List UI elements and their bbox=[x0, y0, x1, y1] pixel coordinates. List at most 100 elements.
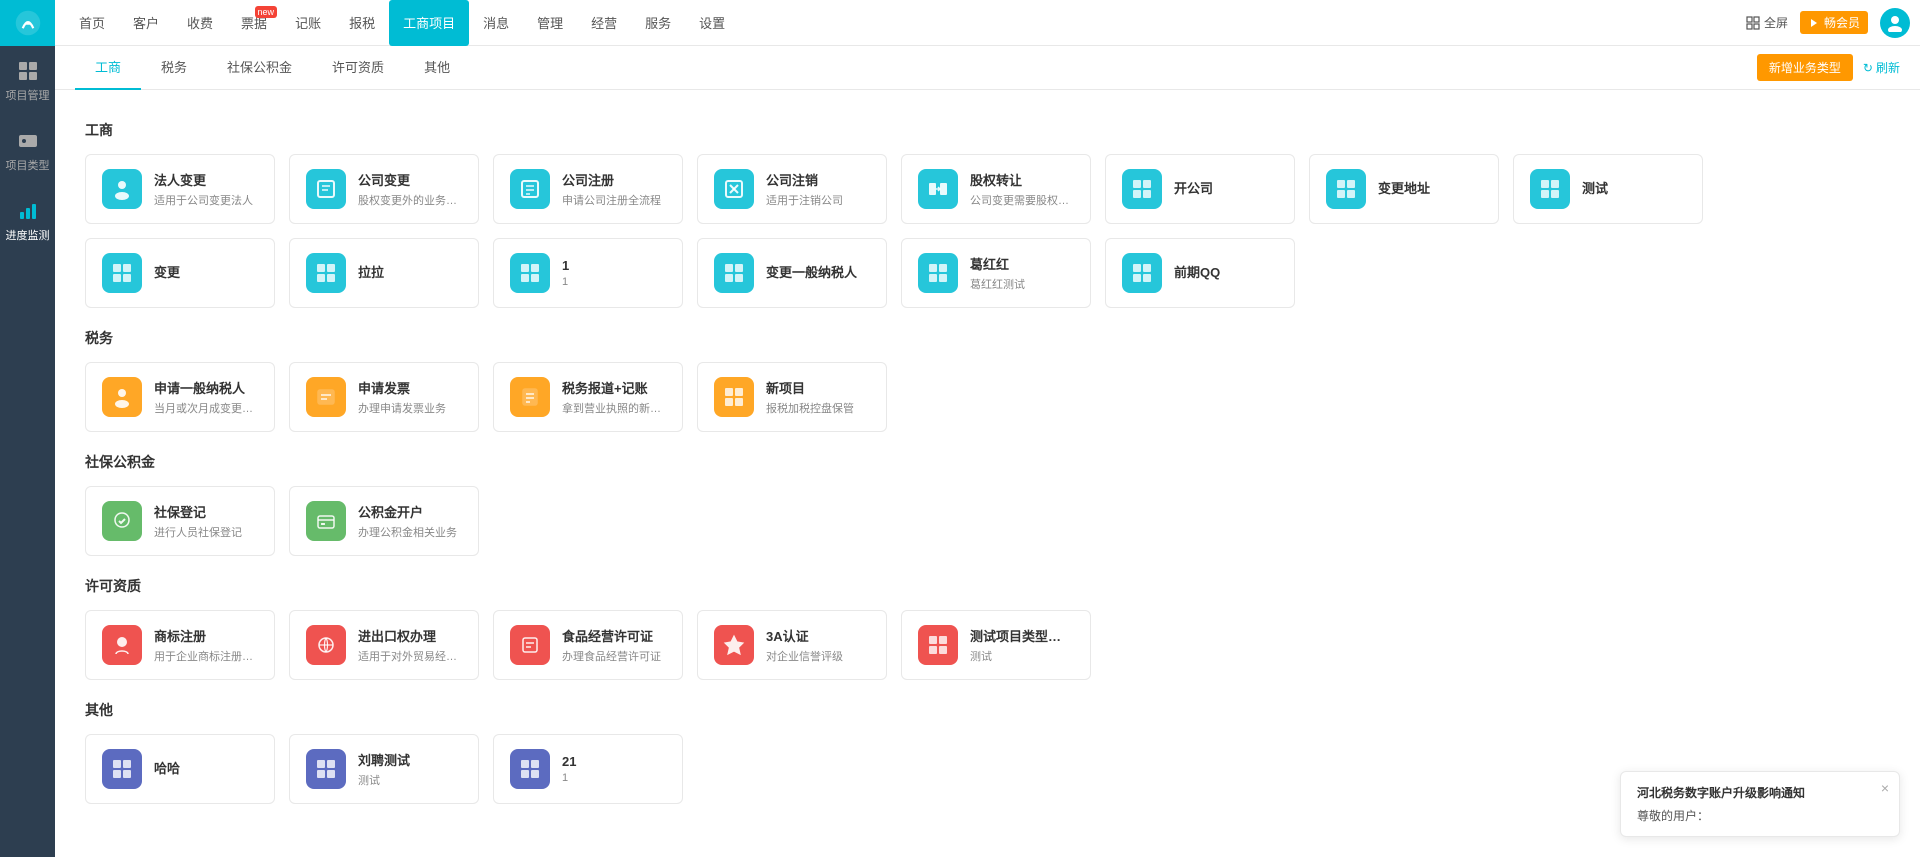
card-social-register[interactable]: 社保登记 进行人员社保登记 bbox=[85, 486, 275, 556]
card-equity-transfer[interactable]: 股权转让 公司变更需要股权转让 bbox=[901, 154, 1091, 224]
nav-operation[interactable]: 经营 bbox=[577, 0, 631, 46]
card-info-haha: 哈哈 bbox=[154, 758, 258, 780]
nav-collection[interactable]: 收费 bbox=[173, 0, 227, 46]
card-liupeng-test[interactable]: 刘聘测试 测试 bbox=[289, 734, 479, 804]
card-icon-test1 bbox=[1530, 169, 1570, 209]
sidebar-label-progress-monitor: 进度监测 bbox=[6, 227, 50, 243]
card-desc-equity-transfer: 公司变更需要股权转让 bbox=[970, 192, 1074, 208]
card-company-cancel[interactable]: 公司注销 适用于注销公司 bbox=[697, 154, 887, 224]
section-tax: 税务 申请一般纳税人 当月或次月成变更完成 bbox=[85, 328, 1890, 432]
card-legal-change[interactable]: 法人变更 适用于公司变更法人 bbox=[85, 154, 275, 224]
tab-biz[interactable]: 工商 bbox=[75, 46, 141, 90]
nav-settings[interactable]: 设置 bbox=[685, 0, 739, 46]
card-name-apply-taxpayer: 申请一般纳税人 bbox=[154, 378, 258, 397]
card-desc-test-type: 测试 bbox=[970, 648, 1074, 664]
refresh-icon: ↻ bbox=[1863, 61, 1873, 75]
card-name-equity-transfer: 股权转让 bbox=[970, 170, 1074, 189]
card-info-trademark-register: 商标注册 用于企业商标注册服务 bbox=[154, 626, 258, 664]
card-info-gehonghong: 葛红红 葛红红测试 bbox=[970, 254, 1074, 292]
avatar[interactable] bbox=[1880, 8, 1910, 38]
card-desc-one: 1 bbox=[562, 276, 666, 288]
card-one[interactable]: 1 1 bbox=[493, 238, 683, 308]
card-trademark-register[interactable]: 商标注册 用于企业商标注册服务 bbox=[85, 610, 275, 680]
card-open-company[interactable]: 开公司 bbox=[1105, 154, 1295, 224]
card-info-company-change: 公司变更 股权变更外的业务变更 bbox=[358, 170, 462, 208]
tab-permit[interactable]: 许可资质 bbox=[312, 46, 404, 90]
card-desc-tax-report-accounting: 拿到营业执照的新公司 bbox=[562, 400, 666, 416]
card-company-register[interactable]: 公司注册 申请公司注册全流程 bbox=[493, 154, 683, 224]
card-icon-apply-taxpayer bbox=[102, 377, 142, 417]
notification-title: 河北税务数字账户升级影响通知 bbox=[1637, 784, 1883, 801]
card-desc-company-change: 股权变更外的业务变更 bbox=[358, 192, 462, 208]
card-icon-gehonghong bbox=[918, 253, 958, 293]
nav-accounting[interactable]: 记账 bbox=[281, 0, 335, 46]
card-icon-haha bbox=[102, 749, 142, 789]
card-info-legal-change: 法人变更 适用于公司变更法人 bbox=[154, 170, 258, 208]
card-change-address[interactable]: 变更地址 bbox=[1309, 154, 1499, 224]
card-desc-company-register: 申请公司注册全流程 bbox=[562, 192, 666, 208]
card-info-cert-3a: 3A认证 对企业信誉评级 bbox=[766, 626, 870, 664]
card-new-project[interactable]: 新项目 报税加税控盘保管 bbox=[697, 362, 887, 432]
card-haha[interactable]: 哈哈 bbox=[85, 734, 275, 804]
card-name-legal-change: 法人变更 bbox=[154, 170, 258, 189]
nav-management[interactable]: 管理 bbox=[523, 0, 577, 46]
card-test-type[interactable]: 测试项目类型目定义 测试 bbox=[901, 610, 1091, 680]
card-info-one: 1 1 bbox=[562, 258, 666, 288]
card-tax-report-accounting[interactable]: 税务报道+记账 拿到营业执照的新公司 bbox=[493, 362, 683, 432]
card-gehonghong[interactable]: 葛红红 葛红红测试 bbox=[901, 238, 1091, 308]
card-icon-new-project bbox=[714, 377, 754, 417]
tab-social[interactable]: 社保公积金 bbox=[207, 46, 312, 90]
card-lala[interactable]: 拉拉 bbox=[289, 238, 479, 308]
card-name-company-register: 公司注册 bbox=[562, 170, 666, 189]
avatar-icon bbox=[1886, 14, 1904, 32]
card-icon-trademark-register bbox=[102, 625, 142, 665]
refresh-button[interactable]: ↻ 刷新 bbox=[1863, 59, 1900, 76]
add-type-button[interactable]: 新增业务类型 bbox=[1757, 54, 1853, 81]
card-name-fund-account: 公积金开户 bbox=[358, 502, 462, 521]
card-icon-change-address bbox=[1326, 169, 1366, 209]
card-icon-tax-report-accounting bbox=[510, 377, 550, 417]
card-twenty-one[interactable]: 21 1 bbox=[493, 734, 683, 804]
section-title-permit: 许可资质 bbox=[85, 576, 1890, 596]
card-test1[interactable]: 测试 bbox=[1513, 154, 1703, 224]
card-info-test1: 测试 bbox=[1582, 178, 1686, 200]
card-info-test-type: 测试项目类型目定义 测试 bbox=[970, 626, 1074, 664]
tag-icon bbox=[16, 129, 40, 153]
notification-close-button[interactable]: × bbox=[1881, 780, 1889, 796]
sidebar-item-progress-monitor[interactable]: 进度监测 bbox=[0, 186, 55, 256]
nav-message[interactable]: 消息 bbox=[469, 0, 523, 46]
nav-service[interactable]: 服务 bbox=[631, 0, 685, 46]
nav-tax[interactable]: 报税 bbox=[335, 0, 389, 46]
card-icon-liupeng-test bbox=[306, 749, 346, 789]
card-qiaoqq[interactable]: 前期QQ bbox=[1105, 238, 1295, 308]
card-icon-legal-change bbox=[102, 169, 142, 209]
card-company-change[interactable]: 公司变更 股权变更外的业务变更 bbox=[289, 154, 479, 224]
nav-ticket[interactable]: 票据 new bbox=[227, 0, 281, 46]
section-title-tax: 税务 bbox=[85, 328, 1890, 348]
sidebar-item-project-mgmt[interactable]: 项目管理 bbox=[0, 46, 55, 116]
card-icon-open-company bbox=[1122, 169, 1162, 209]
vip-btn[interactable]: 畅会员 bbox=[1800, 11, 1868, 34]
card-food-license[interactable]: 食品经营许可证 办理食品经营许可证 bbox=[493, 610, 683, 680]
card-icon-qiaoqq bbox=[1122, 253, 1162, 293]
card-info-company-register: 公司注册 申请公司注册全流程 bbox=[562, 170, 666, 208]
nav-customer[interactable]: 客户 bbox=[119, 0, 173, 46]
card-apply-invoice[interactable]: 申请发票 办理申请发票业务 bbox=[289, 362, 479, 432]
card-change-taxpayer[interactable]: 变更一般纳税人 bbox=[697, 238, 887, 308]
nav-home[interactable]: 首页 bbox=[65, 0, 119, 46]
card-change2[interactable]: 变更 bbox=[85, 238, 275, 308]
card-import-export[interactable]: 进出口权办理 适用于对外贸易经营者 bbox=[289, 610, 479, 680]
top-nav: 首页 客户 收费 票据 new 记账 报税 工商项目 消息 管理 经营 服务 设… bbox=[55, 0, 1920, 46]
tab-other[interactable]: 其他 bbox=[404, 46, 470, 90]
fullscreen-btn[interactable]: 全屏 bbox=[1746, 14, 1788, 31]
card-icon-fund-account bbox=[306, 501, 346, 541]
sidebar-item-project-type[interactable]: 项目类型 bbox=[0, 116, 55, 186]
card-cert-3a[interactable]: 3A认证 对企业信誉评级 bbox=[697, 610, 887, 680]
nav-biz-project[interactable]: 工商项目 bbox=[389, 0, 469, 46]
card-apply-taxpayer[interactable]: 申请一般纳税人 当月或次月成变更完成 bbox=[85, 362, 275, 432]
card-icon-import-export bbox=[306, 625, 346, 665]
card-name-open-company: 开公司 bbox=[1174, 178, 1278, 197]
card-fund-account[interactable]: 公积金开户 办理公积金相关业务 bbox=[289, 486, 479, 556]
tab-tax[interactable]: 税务 bbox=[141, 46, 207, 90]
card-info-twenty-one: 21 1 bbox=[562, 754, 666, 784]
